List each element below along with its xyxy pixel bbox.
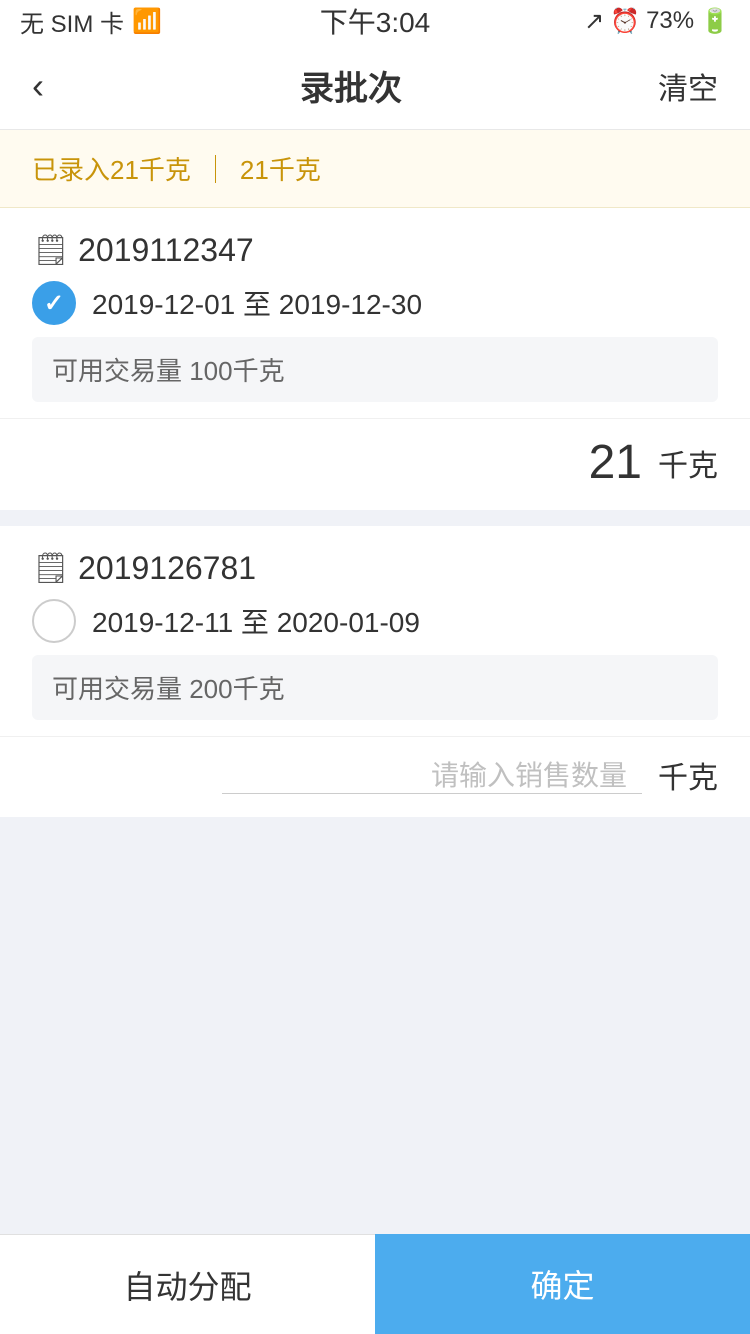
batch2-unit: 千克 xyxy=(658,753,718,797)
confirm-button[interactable]: 确定 xyxy=(375,1234,750,1334)
status-left: 无 SIM 卡 📶 xyxy=(20,4,162,39)
batch1-id: 2019112347 xyxy=(78,232,254,269)
batch2-id-icon: 🗒 xyxy=(32,551,70,586)
batch2-date: 2019-12-11 至 2020-01-09 xyxy=(92,601,420,641)
no-sim-text: 无 SIM 卡 xyxy=(20,4,124,39)
auto-distribute-button[interactable]: 自动分配 xyxy=(0,1234,375,1334)
batch1-date: 2019-12-01 至 2019-12-30 xyxy=(92,283,422,323)
battery-text: 73% xyxy=(646,7,694,35)
clear-button[interactable]: 清空 xyxy=(658,64,718,108)
back-button[interactable]: ‹ xyxy=(32,65,44,107)
footer: 自动分配 确定 xyxy=(0,1234,750,1334)
batch2-id: 2019126781 xyxy=(78,550,256,587)
batch2-quantity-row: 千克 xyxy=(0,736,750,817)
batch2-header: 🗒 2019126781 xyxy=(0,526,750,595)
batch1-date-row[interactable]: 2019-12-01 至 2019-12-30 xyxy=(0,277,750,337)
batch1-header: 🗒 2019112347 xyxy=(0,208,750,277)
section-divider-1 xyxy=(0,510,750,526)
status-time: 下午3:04 xyxy=(320,1,431,41)
location-icon: ↗ xyxy=(584,7,604,36)
batch-item-1: 🗒 2019112347 2019-12-01 至 2019-12-30 可用交… xyxy=(0,208,750,510)
summary-divider xyxy=(215,155,216,183)
batch2-available: 可用交易量 200千克 xyxy=(32,655,718,720)
status-right: ↗ ⏰ 73% 🔋 xyxy=(584,7,730,36)
batch1-radio[interactable] xyxy=(32,281,76,325)
batch2-date-row[interactable]: 2019-12-11 至 2020-01-09 xyxy=(0,595,750,655)
bottom-area xyxy=(0,817,750,1217)
summary-value: 21千克 xyxy=(240,150,321,187)
battery-icon: 🔋 xyxy=(700,7,730,36)
wifi-icon: 📶 xyxy=(132,7,162,36)
batch1-quantity-row: 21 千克 xyxy=(0,418,750,510)
batch1-unit: 千克 xyxy=(658,441,718,485)
page-title: 录批次 xyxy=(300,61,402,110)
batch1-id-icon: 🗒 xyxy=(32,233,70,268)
alarm-icon: ⏰ xyxy=(610,7,640,36)
batch-item-2: 🗒 2019126781 2019-12-11 至 2020-01-09 可用交… xyxy=(0,526,750,817)
summary-bar: 已录入21千克 21千克 xyxy=(0,130,750,208)
status-bar: 无 SIM 卡 📶 下午3:04 ↗ ⏰ 73% 🔋 xyxy=(0,0,750,42)
batch1-available: 可用交易量 100千克 xyxy=(32,337,718,402)
nav-bar: ‹ 录批次 清空 xyxy=(0,42,750,130)
batch2-quantity-input[interactable] xyxy=(222,756,642,794)
batch1-quantity-value: 21 xyxy=(589,435,642,490)
batch2-radio[interactable] xyxy=(32,599,76,643)
summary-label: 已录入21千克 xyxy=(32,150,191,187)
